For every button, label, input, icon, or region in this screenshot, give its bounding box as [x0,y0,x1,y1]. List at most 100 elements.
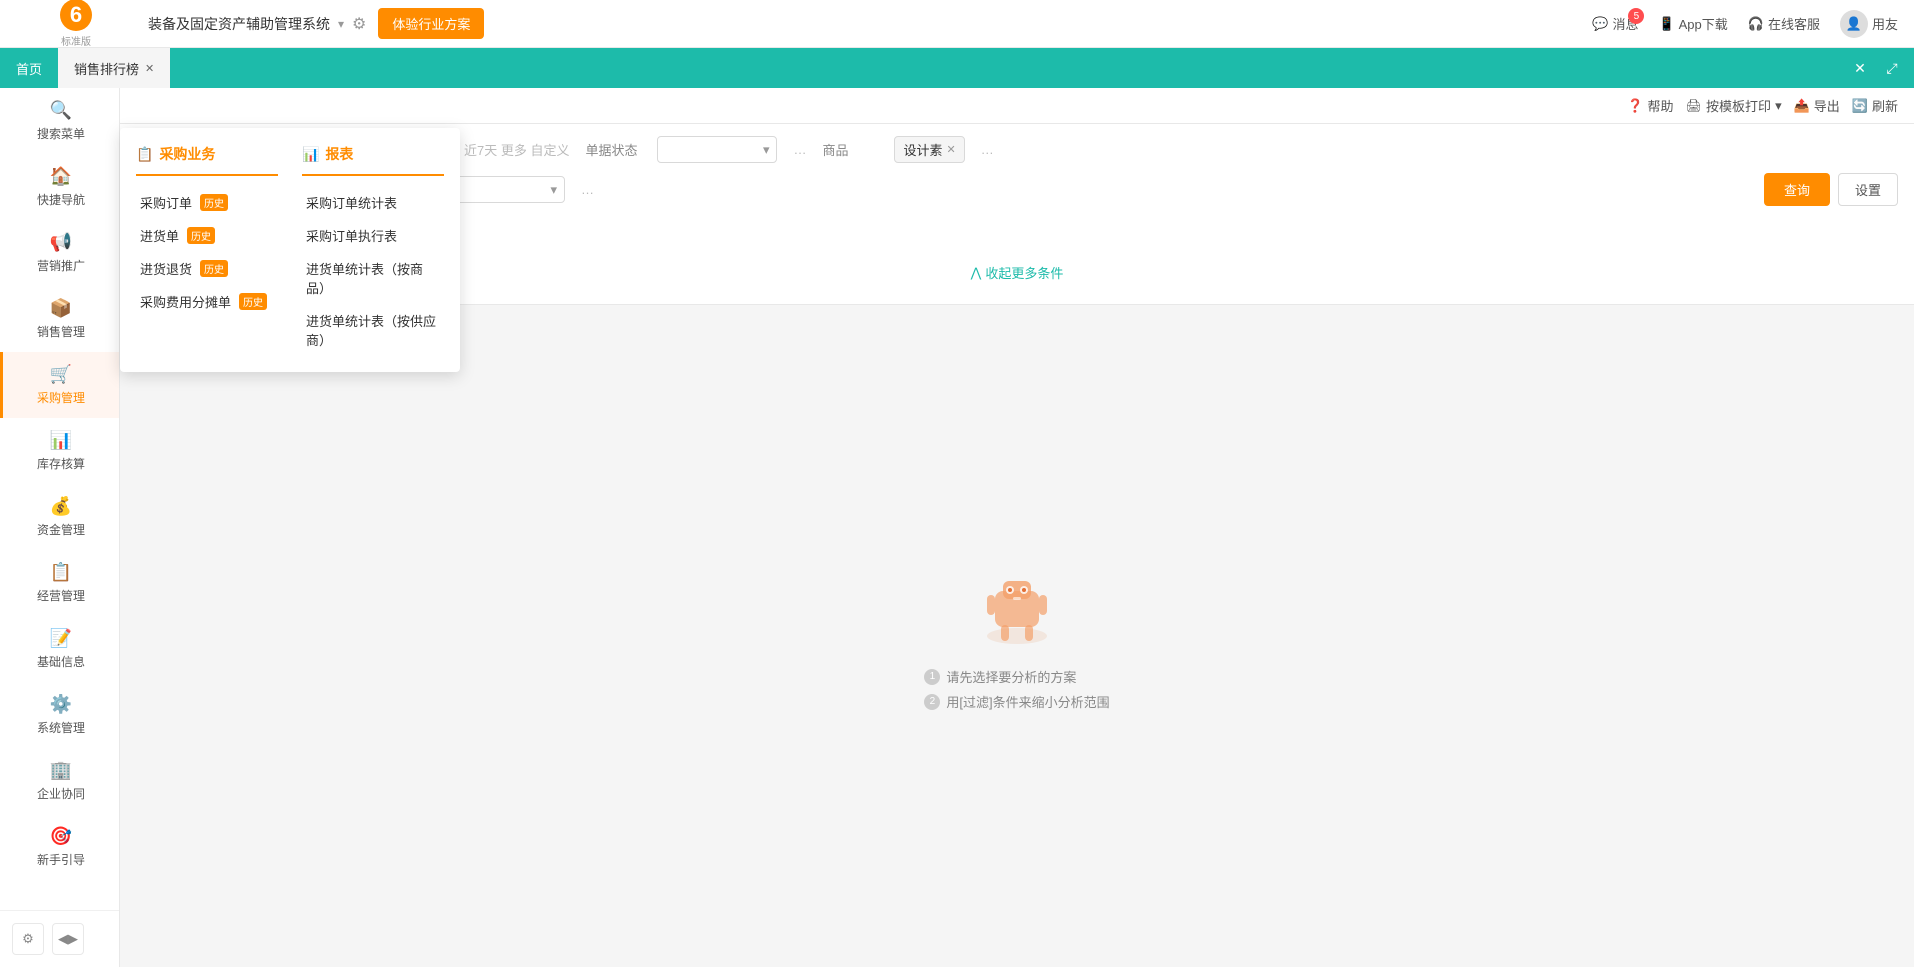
industry-btn[interactable]: 体验行业方案 [378,8,484,39]
tab-home[interactable]: 首页 [0,48,58,88]
tab-sales-rank-label: 销售排行榜 [74,59,139,78]
export-label: 导出 [1814,96,1840,115]
message-icon: 💬 [1592,16,1608,32]
purchase-order-label: 采购订单 [140,193,192,212]
system-title: 装备及固定资产辅助管理系统 ▾ ⚙ [148,14,366,34]
tab-sales-rank[interactable]: 销售排行榜 ✕ [58,48,170,88]
toolbar-row: ❓ 帮助 🖨 按模板打印 ▾ 📤 导出 🔄 刷新 [120,88,1914,124]
sales-icon: 📦 [50,298,72,319]
history-badge-2: 历史 [200,260,228,277]
basic-info-icon: 📝 [50,628,72,649]
cost-spread-label: 采购费用分摊单 [140,292,231,311]
logo-icon: 6 [60,0,92,31]
goods-tag: 设计素 ✕ [894,136,964,163]
sidebar-item-search[interactable]: 🔍 搜索菜单 [0,88,119,154]
phone-icon: 📱 [1658,16,1674,32]
sidebar-item-guide[interactable]: 🎯 新手引导 [0,814,119,880]
goods-tag-close[interactable]: ✕ [946,143,955,156]
query-btn[interactable]: 查询 [1764,173,1830,206]
home-icon: 🏠 [50,166,72,187]
step-num-1: 1 [924,669,940,685]
sidebar-item-purchase[interactable]: 🛒 采购管理 [0,352,119,418]
sidebar-item-inventory[interactable]: 📊 库存核算 [0,418,119,484]
dropdown-item-purchase-order[interactable]: 采购订单 历史 [136,186,278,219]
dropdown-item-order-exec[interactable]: 采购订单执行表 [302,219,444,252]
sidebar-item-finance[interactable]: 💰 资金管理 [0,484,119,550]
return-label: 进货退货 [140,259,192,278]
purchase-icon: 🛒 [50,364,72,385]
collapse-btn[interactable]: ⋀ 收起更多条件 [959,257,1076,288]
bill-status-label: 单据状态 [585,140,645,159]
app-download-item[interactable]: 📱 App下载 [1658,14,1727,33]
tabs-bar-right: ✕ ⤢ [1846,48,1914,88]
setting-btn[interactable]: 设置 [1838,173,1898,206]
search-icon: 🔍 [50,100,72,121]
empty-text: 1 请先选择要分析的方案 2 用[过滤]条件来缩小分析范围 [924,667,1109,711]
system-name: 装备及固定资产辅助管理系统 [148,14,330,34]
dropdown-item-stock-by-goods[interactable]: 进货单统计表（按商品） [302,252,444,304]
sidebar-item-quick-nav-label: 快捷导航 [37,191,85,208]
tab-maximize-btn[interactable]: ⤢ [1878,54,1906,82]
logo-subtitle: 标准版 [61,33,91,48]
bill-status-dots[interactable]: … [789,142,810,157]
tabs-bar: 首页 销售排行榜 ✕ ✕ ⤢ [0,48,1914,88]
sidebar-collapse-btn[interactable]: ◀▶ [52,923,84,955]
dropdown-item-stock-by-supplier[interactable]: 进货单统计表（按供应商） [302,304,444,356]
dropdown-item-stock-in[interactable]: 进货单 历史 [136,219,278,252]
gear-icon[interactable]: ⚙ [352,14,366,34]
salesperson-dots[interactable]: … [577,182,598,197]
tab-close-window-btn[interactable]: ✕ [1846,54,1874,82]
stock-by-supplier-label: 进货单统计表（按供应商） [306,311,440,349]
enterprise-icon: 🏢 [50,760,72,781]
sidebar-item-system[interactable]: ⚙️ 系统管理 [0,682,119,748]
sidebar-item-sales[interactable]: 📦 销售管理 [0,286,119,352]
top-right: 💬 消息 5 📱 App下载 🎧 在线客服 👤 用友 [1592,10,1898,38]
operations-icon: 📋 [50,562,72,583]
sidebar-item-system-label: 系统管理 [37,719,85,736]
help-btn[interactable]: ❓ 帮助 [1627,96,1673,115]
refresh-icon: 🔄 [1852,98,1868,114]
empty-state: 1 请先选择要分析的方案 2 用[过滤]条件来缩小分析范围 [120,305,1914,967]
sidebar-item-enterprise[interactable]: 🏢 企业协同 [0,748,119,814]
system-dropdown-icon[interactable]: ▾ [338,17,344,31]
sidebar-item-marketing-label: 营销推广 [37,257,85,274]
goods-dots[interactable]: … [977,142,998,157]
sidebar-item-basic-info-label: 基础信息 [37,653,85,670]
help-label: 帮助 [1648,96,1674,115]
history-badge-0: 历史 [200,194,228,211]
sidebar-item-quick-nav[interactable]: 🏠 快捷导航 [0,154,119,220]
tab-home-label: 首页 [16,59,42,78]
tab-close-icon[interactable]: ✕ [145,62,154,75]
refresh-btn[interactable]: 🔄 刷新 [1852,96,1898,115]
empty-hint-1: 1 请先选择要分析的方案 [924,667,1109,686]
history-badge-3: 历史 [239,293,267,310]
dropdown-item-return[interactable]: 进货退货 历史 [136,252,278,285]
hint-2-text: 用[过滤]条件来缩小分析范围 [946,692,1109,711]
date-more-dots[interactable]: 近7天 更多 自定义 [460,140,573,159]
marketing-icon: 📢 [50,232,72,253]
sidebar-item-search-label: 搜索菜单 [37,125,85,142]
sidebar-item-sales-label: 销售管理 [37,323,85,340]
dropdown-item-order-stat[interactable]: 采购订单统计表 [302,186,444,219]
goods-tag-text: 设计素 [903,140,942,159]
message-item[interactable]: 💬 消息 5 [1592,14,1638,33]
logo-area: 6 标准版 [16,0,136,48]
sidebar-item-marketing[interactable]: 📢 营销推广 [0,220,119,286]
export-btn[interactable]: 📤 导出 [1794,96,1840,115]
online-service-item[interactable]: 🎧 在线客服 [1748,14,1820,33]
sidebar-settings-btn[interactable]: ⚙ [12,923,44,955]
dropdown-item-cost-spread[interactable]: 采购费用分摊单 历史 [136,285,278,318]
salesperson-select[interactable] [445,176,565,203]
order-stat-label: 采购订单统计表 [306,193,397,212]
dropdown-col-business: 📋 采购业务 采购订单 历史 进货单 历史 进货退货 历史 采购费用分摊单 [136,144,278,356]
sidebar-item-operations[interactable]: 📋 经营管理 [0,550,119,616]
bill-status-select[interactable] [657,136,777,163]
headset-icon: 🎧 [1748,16,1764,32]
salesperson-select-wrap [445,176,565,203]
user-item[interactable]: 👤 用友 [1840,10,1898,38]
print-btn[interactable]: 🖨 按模板打印 ▾ [1686,96,1782,115]
sidebar-bottom: ⚙ ◀▶ [0,910,119,967]
export-icon: 📤 [1794,98,1810,114]
sidebar-item-basic-info[interactable]: 📝 基础信息 [0,616,119,682]
content-area: 📋 采购业务 采购订单 历史 进货单 历史 进货退货 历史 采购费用分摊单 [120,88,1914,967]
